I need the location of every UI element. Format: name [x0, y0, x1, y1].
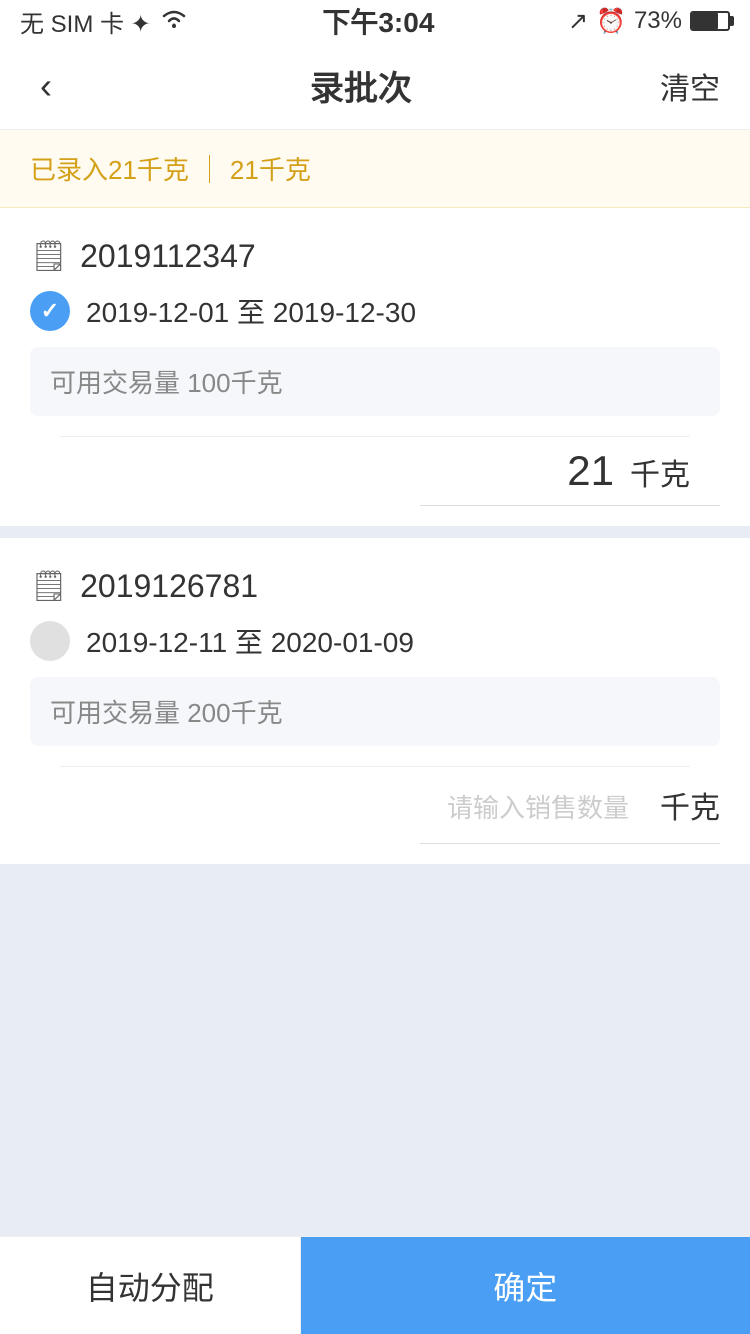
batch-1-quantity: 21: [567, 447, 614, 495]
recorded-amount-value: 21千克: [230, 150, 311, 187]
batch-1-id: 2019112347: [80, 238, 256, 275]
nav-bar: ‹ 录批次 清空: [0, 42, 750, 130]
recorded-amount-label: 已录入21千克: [30, 150, 189, 187]
batch-2-date: 2019-12-11 至 2020-01-09: [86, 621, 414, 661]
status-bar: 无 SIM 卡 ✦ 下午3:04 ↗ ⏰ 73%: [0, 0, 750, 42]
batch-2-date-row[interactable]: 2019-12-11 至 2020-01-09: [30, 621, 720, 661]
batch-2-id: 2019126781: [80, 568, 258, 605]
batch-card-1: 🗒 2019112347 2019-12-01 至 2019-12-30 可用交…: [0, 208, 750, 526]
batch-2-radio[interactable]: [30, 621, 70, 661]
info-divider: [209, 155, 210, 183]
section-separator: [0, 526, 750, 538]
status-right: ↗ ⏰ 73%: [568, 7, 730, 36]
batch-1-radio[interactable]: [30, 291, 70, 331]
batch-2-available: 可用交易量 200千克: [30, 677, 720, 746]
batch-card-2: 🗒 2019126781 2019-12-11 至 2020-01-09 可用交…: [0, 538, 750, 864]
batch-1-date-row[interactable]: 2019-12-01 至 2019-12-30: [30, 291, 720, 331]
battery-icon: [690, 11, 730, 31]
batch-2-input-divider: [420, 843, 720, 844]
batch-1-input-divider: [420, 505, 720, 506]
confirm-button[interactable]: 确定: [301, 1237, 750, 1334]
alarm-icon: ⏰: [596, 7, 626, 36]
page-title: 录批次: [310, 61, 412, 110]
battery-text: 73%: [634, 7, 682, 35]
clear-button[interactable]: 清空: [660, 64, 720, 108]
sim-label: 无 SIM 卡 ✦: [20, 4, 151, 39]
batch-2-quantity-input[interactable]: [444, 784, 644, 826]
batch-2-header: 🗒 2019126781: [30, 568, 720, 605]
auto-distribute-button[interactable]: 自动分配: [0, 1237, 301, 1334]
batch-2-input-row: 千克: [30, 767, 720, 843]
batch-1-header: 🗒 2019112347: [30, 238, 720, 275]
batch-1-unit: 千克: [630, 450, 690, 494]
status-time: 下午3:04: [322, 1, 434, 41]
batch-1-available: 可用交易量 100千克: [30, 347, 720, 416]
batch-1-doc-icon: 🗒: [30, 239, 68, 274]
info-banner: 已录入21千克 21千克: [0, 130, 750, 208]
batch-2-unit: 千克: [660, 783, 720, 827]
location-icon: ↗: [568, 7, 588, 36]
back-button[interactable]: ‹: [30, 55, 62, 117]
batch-1-value-row: 21 千克: [30, 437, 720, 505]
batch-2-doc-icon: 🗒: [30, 569, 68, 604]
wifi-icon: [159, 7, 189, 36]
status-left: 无 SIM 卡 ✦: [20, 4, 189, 39]
battery-fill: [692, 13, 718, 29]
footer: 自动分配 确定: [0, 1236, 750, 1334]
batch-1-date: 2019-12-01 至 2019-12-30: [86, 291, 416, 331]
